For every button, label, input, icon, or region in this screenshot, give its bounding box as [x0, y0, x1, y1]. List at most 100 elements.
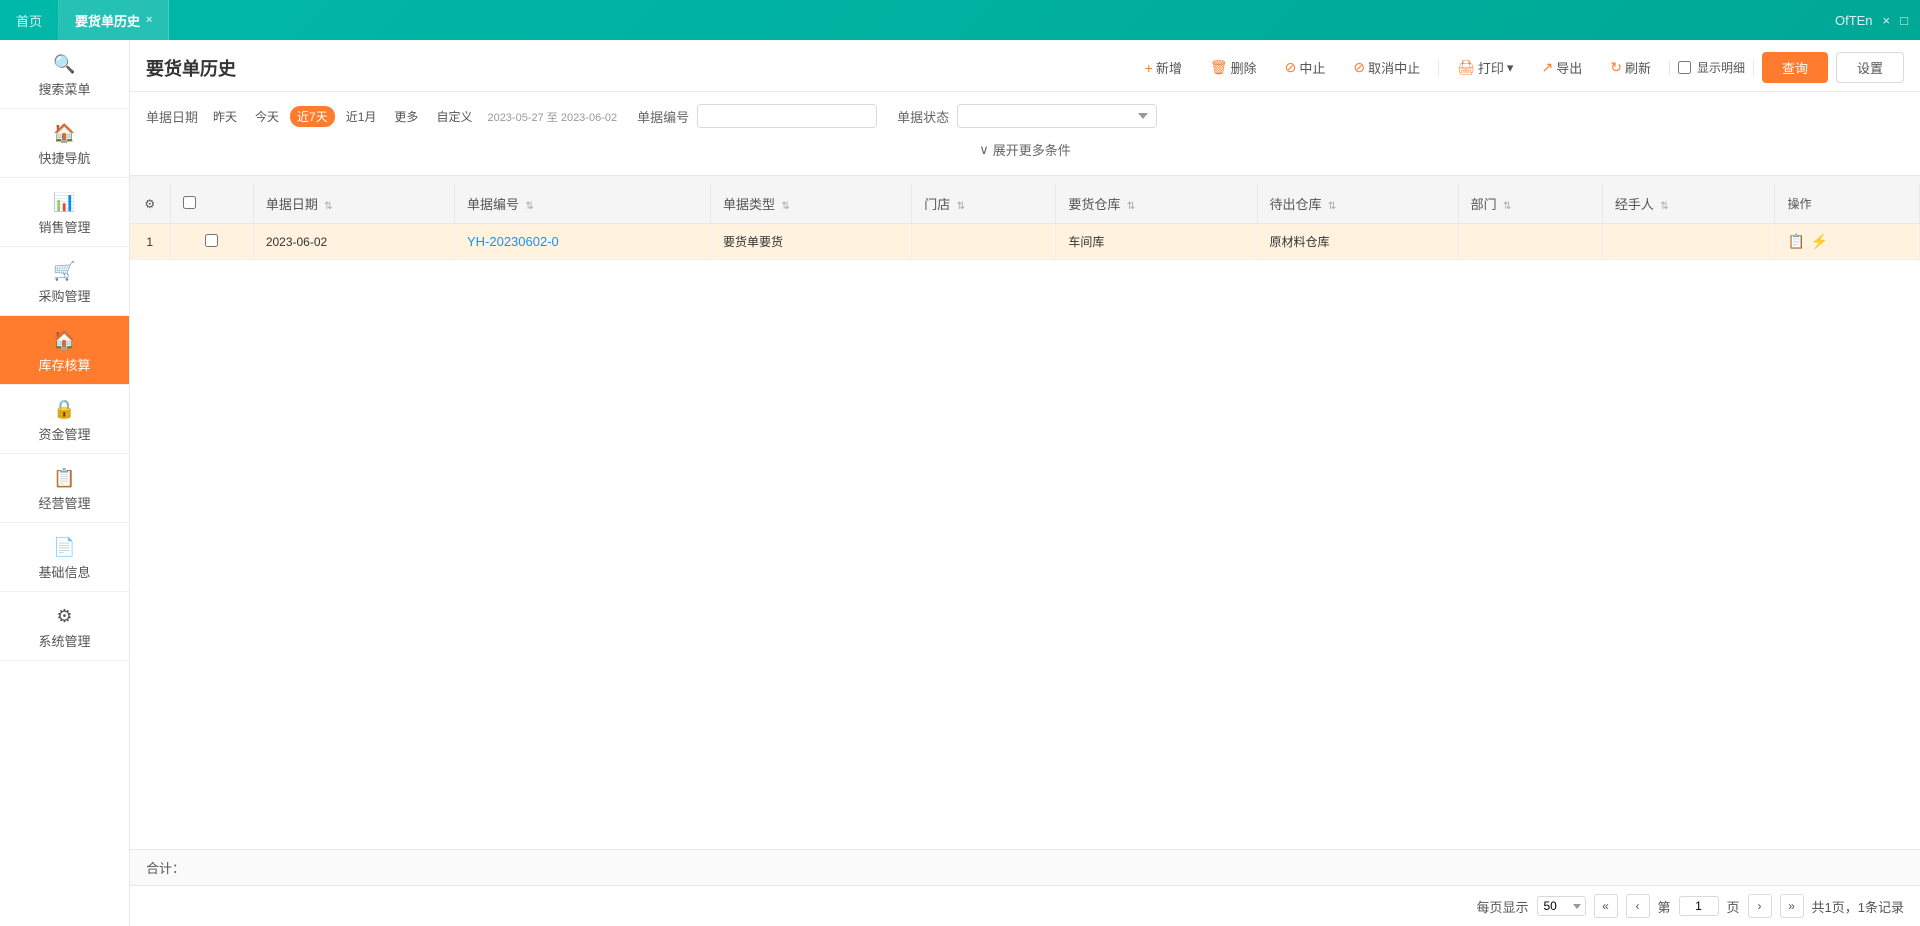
sidebar-item-purchase[interactable]: 🛒 采购管理	[0, 247, 129, 316]
shortcut-1month[interactable]: 近1月	[339, 106, 384, 127]
sidebar-item-quick-nav-label: 快捷导航	[38, 148, 90, 167]
shortcut-today[interactable]: 今天	[248, 106, 286, 127]
th-date[interactable]: 单据日期 ⇅	[253, 184, 454, 224]
row-pending-warehouse: 原材料仓库	[1257, 224, 1458, 260]
display-detail-checkbox[interactable]	[1678, 61, 1691, 74]
last-page-btn[interactable]: »	[1780, 894, 1804, 918]
filter-row-1: 单据日期 昨天 今天 近7天 近1月 更多 自定义 2023-05-27 至 2…	[146, 104, 1904, 128]
status-select[interactable]: 待审核 已审核 已中止	[957, 104, 1157, 128]
order-no-input[interactable]	[697, 104, 877, 128]
shortcut-yesterday[interactable]: 昨天	[206, 106, 244, 127]
export-button[interactable]: ↗ 导出	[1531, 53, 1592, 82]
sort-department-icon: ⇅	[1503, 201, 1511, 212]
sidebar-item-inventory[interactable]: 🏠 库存核算	[0, 316, 129, 385]
prev-page-btn[interactable]: ‹	[1626, 894, 1650, 918]
shortcut-7days[interactable]: 近7天	[290, 106, 335, 127]
finance-icon: 🔒	[53, 399, 75, 420]
row-store	[912, 224, 1056, 260]
status-filter-group: 单据状态 待审核 已审核 已中止	[897, 104, 1157, 128]
next-page-btn[interactable]: ›	[1748, 894, 1772, 918]
page-size-label: 每页显示	[1476, 897, 1528, 916]
th-store-label: 门店	[924, 197, 950, 212]
sort-no-icon: ⇅	[525, 201, 533, 212]
sort-pending-warehouse-icon: ⇅	[1328, 201, 1336, 212]
cancel-stop-button[interactable]: ⊘ 取消中止	[1343, 53, 1430, 82]
shortcut-more[interactable]: 更多	[387, 106, 425, 127]
expand-more-label: 展开更多条件	[993, 140, 1071, 159]
new-label: 新增	[1156, 58, 1182, 77]
th-handler[interactable]: 经手人 ⇅	[1602, 184, 1775, 224]
new-button[interactable]: + 新增	[1135, 53, 1192, 82]
row-actions: 📋 ⚡	[1775, 224, 1920, 260]
display-detail-checkbox-label[interactable]: 显示明细	[1678, 59, 1745, 76]
window-close-btn[interactable]: ×	[1883, 13, 1891, 28]
edit-action-icon[interactable]: 📋	[1787, 233, 1804, 250]
order-no-filter-group: 单据编号	[637, 104, 877, 128]
header-row: ⚙ 单据日期 ⇅ 单据编号 ⇅ 单据类型	[130, 184, 1920, 224]
table-header: ⚙ 单据日期 ⇅ 单据编号 ⇅ 单据类型	[130, 184, 1920, 224]
cancel-stop-label: 取消中止	[1368, 58, 1420, 77]
order-no-label: 单据编号	[637, 107, 689, 126]
content-area: 要货单历史 + 新增 🗑 删除 ⊘ 中止 ⊘ 取消中止	[130, 40, 1920, 926]
tab-close-icon[interactable]: ×	[146, 14, 152, 26]
th-no[interactable]: 单据编号 ⇅	[454, 184, 710, 224]
th-settings[interactable]: ⚙	[130, 184, 170, 224]
page-size-select[interactable]: 10 20 50 100	[1537, 896, 1586, 916]
top-bar: 首页 要货单历史 × OfTEn × □	[0, 0, 1920, 40]
sidebar-item-base-info[interactable]: 📄 基础信息	[0, 523, 129, 592]
page-number-input[interactable]	[1679, 896, 1719, 916]
quick-nav-icon: 🏠	[53, 123, 75, 144]
main-layout: 🔍 搜索菜单 🏠 快捷导航 📊 销售管理 🛒 采购管理 🏠 库存核算 🔒 资金管…	[0, 40, 1920, 926]
row-type: 要货单要货	[711, 224, 912, 260]
tab-home-label: 首页	[16, 11, 42, 30]
expand-more-btn[interactable]: ∨ 展开更多条件	[146, 136, 1904, 163]
table-area: ⚙ 单据日期 ⇅ 单据编号 ⇅ 单据类型	[130, 184, 1920, 849]
sidebar-item-search-menu-label: 搜索菜单	[38, 79, 90, 98]
action-icons: 📋 ⚡	[1787, 233, 1907, 250]
row-no: YH-20230602-0	[454, 224, 710, 260]
sidebar-item-sales[interactable]: 📊 销售管理	[0, 178, 129, 247]
sidebar-item-operations[interactable]: 📋 经营管理	[0, 454, 129, 523]
row-checkbox-cell	[170, 224, 253, 260]
refresh-button[interactable]: ↻ 刷新	[1600, 53, 1661, 82]
sidebar-item-search-menu[interactable]: 🔍 搜索菜单	[0, 40, 129, 109]
search-menu-icon: 🔍	[53, 54, 75, 75]
th-type[interactable]: 单据类型 ⇅	[711, 184, 912, 224]
tab-home[interactable]: 首页	[0, 0, 59, 40]
stop-button[interactable]: ⊘ 中止	[1275, 53, 1336, 82]
th-type-label: 单据类型	[723, 197, 775, 212]
pagination-bar: 每页显示 10 20 50 100 « ‹ 第 页 › » 共1页，1条记录	[130, 885, 1920, 926]
sidebar-item-system-label: 系统管理	[38, 631, 90, 650]
window-minimize-btn[interactable]: □	[1900, 13, 1908, 28]
row-checkbox[interactable]	[205, 234, 218, 247]
th-pending-warehouse[interactable]: 待出仓库 ⇅	[1257, 184, 1458, 224]
sidebar-item-base-info-label: 基础信息	[38, 562, 90, 581]
print-button[interactable]: 🖨 打印 ▾	[1447, 53, 1523, 82]
print-dropdown-icon: ▾	[1507, 60, 1514, 76]
th-department[interactable]: 部门 ⇅	[1458, 184, 1602, 224]
th-req-warehouse[interactable]: 要货仓库 ⇅	[1056, 184, 1257, 224]
delete-button[interactable]: 🗑 删除	[1200, 53, 1267, 82]
sidebar-item-finance[interactable]: 🔒 资金管理	[0, 385, 129, 454]
first-page-btn[interactable]: «	[1594, 894, 1618, 918]
sidebar-item-system[interactable]: ⚙ 系统管理	[0, 592, 129, 661]
th-checkbox	[170, 184, 253, 224]
sidebar-item-quick-nav[interactable]: 🏠 快捷导航	[0, 109, 129, 178]
tab-order-history[interactable]: 要货单历史 ×	[59, 0, 169, 40]
status-label: 单据状态	[897, 107, 949, 126]
delete-icon: 🗑	[1210, 59, 1228, 76]
tab-list: 首页 要货单历史 ×	[0, 0, 169, 40]
row-handler	[1602, 224, 1775, 260]
stop-icon: ⊘	[1285, 59, 1297, 76]
th-store[interactable]: 门店 ⇅	[912, 184, 1056, 224]
th-req-warehouse-label: 要货仓库	[1068, 197, 1120, 212]
th-handler-label: 经手人	[1615, 197, 1654, 212]
toolbar: + 新增 🗑 删除 ⊘ 中止 ⊘ 取消中止 🖨 打印	[1135, 52, 1904, 83]
shortcut-custom[interactable]: 自定义	[429, 106, 479, 127]
select-all-checkbox[interactable]	[183, 196, 196, 209]
more-action-icon[interactable]: ⚡	[1811, 233, 1828, 250]
query-button[interactable]: 查询	[1762, 52, 1828, 83]
row-no-link[interactable]: YH-20230602-0	[467, 234, 559, 249]
settings-button[interactable]: 设置	[1836, 52, 1904, 83]
display-detail-text: 显示明细	[1697, 59, 1745, 76]
